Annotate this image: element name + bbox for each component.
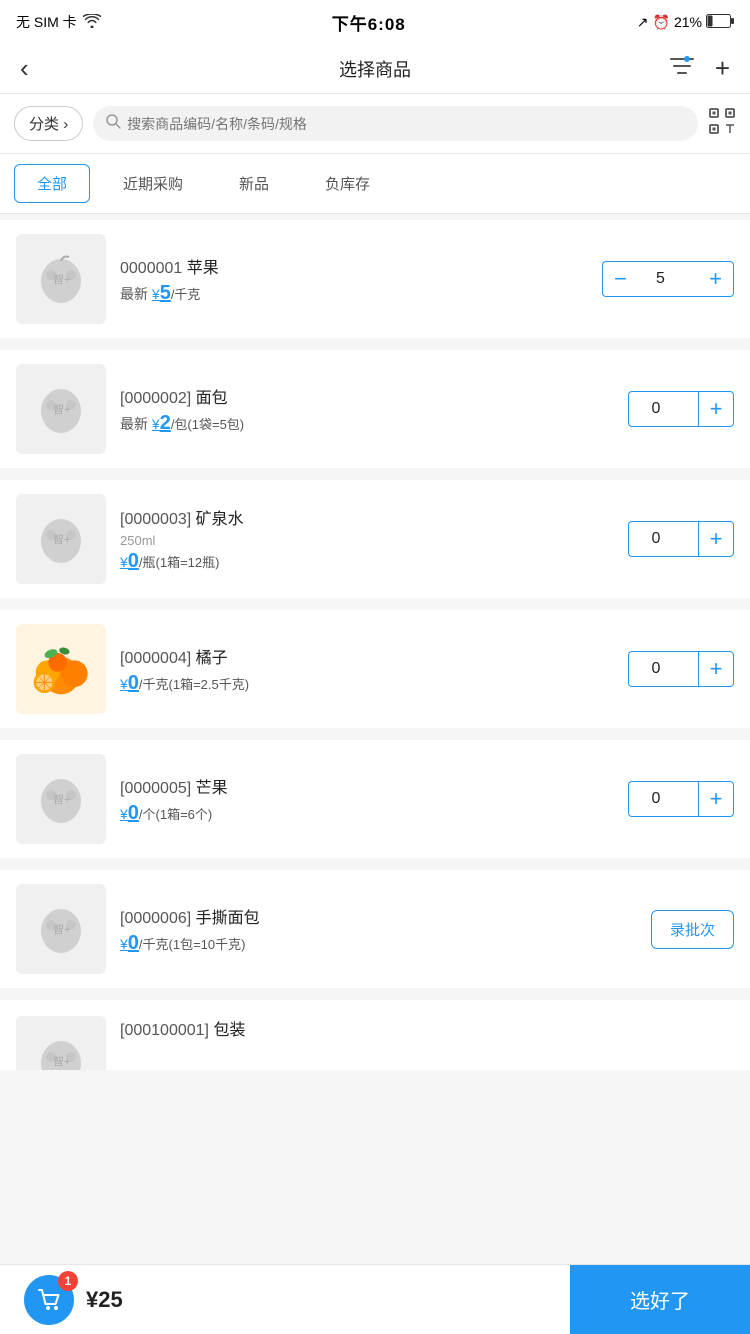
quantity-control: + (628, 781, 734, 817)
status-indicators: ↗ ⏰ 21% (637, 14, 734, 31)
product-price: ¥0/个(1箱=6个) (120, 802, 614, 825)
tab-bar: 全部 近期采购 新品 负库存 (0, 154, 750, 214)
product-info: [000100001] 包装 (120, 1016, 734, 1044)
product-image: 智+ (16, 884, 106, 974)
filter-bar: 分类 › (0, 94, 750, 154)
increase-button[interactable]: + (698, 781, 734, 817)
tab-new[interactable]: 新品 (216, 164, 292, 203)
product-info: [0000006] 手撕面包 ¥0/千克(1包=10千克) (120, 904, 637, 955)
increase-button[interactable]: + (698, 261, 734, 297)
status-carrier: 无 SIM 卡 (16, 12, 101, 32)
product-name: [0000005] 芒果 (120, 774, 614, 798)
bottom-bar: 1 ¥25 选好了 (0, 1264, 750, 1334)
nav-bar: ‹ 选择商品 + (0, 44, 750, 94)
cart-area: 1 ¥25 (0, 1275, 570, 1325)
scan-icon[interactable] (708, 107, 736, 141)
product-name: [0000002] 面包 (120, 384, 614, 408)
product-info: [0000003] 矿泉水 250ml ¥0/瓶(1箱=12瓶) (120, 505, 614, 573)
product-image: 智+ (16, 364, 106, 454)
product-image: 智+ (16, 1016, 106, 1070)
product-image: 智+ (16, 234, 106, 324)
tab-all[interactable]: 全部 (14, 164, 90, 203)
alarm-icon: ⏰ (653, 14, 670, 31)
list-item: 智+ [0000006] 手撕面包 ¥0/千克(1包=10千克) 录批次 (0, 870, 750, 988)
product-list: 智+ 0000001 苹果 最新 ¥5/千克 − + 智 (0, 220, 750, 1070)
battery-indicator: 21% (674, 14, 702, 30)
add-button[interactable]: + (715, 53, 730, 84)
list-item: 智+ 0000001 苹果 最新 ¥5/千克 − + (0, 220, 750, 338)
product-spec: 250ml (120, 533, 614, 548)
quantity-control: − + (602, 261, 734, 297)
quantity-input[interactable] (628, 651, 698, 687)
increase-button[interactable]: + (698, 521, 734, 557)
confirm-button[interactable]: 选好了 (570, 1265, 750, 1334)
cart-button[interactable]: 1 (24, 1275, 74, 1325)
category-button[interactable]: 分类 › (14, 106, 83, 141)
increase-button[interactable]: + (698, 391, 734, 427)
product-info: 0000001 苹果 最新 ¥5/千克 (120, 254, 588, 305)
quantity-input[interactable] (638, 261, 698, 297)
product-price: 最新 ¥5/千克 (120, 282, 588, 305)
page-title: 选择商品 (339, 56, 411, 82)
quantity-control: + (628, 521, 734, 557)
status-bar: 无 SIM 卡 下午6:08 ↗ ⏰ 21% (0, 0, 750, 44)
wifi-icon (83, 14, 101, 31)
list-item: 智+ [000100001] 包装 (0, 1000, 750, 1070)
list-item: 智+ [0000002] 面包 最新 ¥2/包(1袋=5包) + (0, 350, 750, 468)
search-input[interactable] (127, 116, 686, 132)
quantity-input[interactable] (628, 521, 698, 557)
product-info: [0000004] 橘子 ¥0/千克(1箱=2.5千克) (120, 644, 614, 695)
decrease-button[interactable]: − (602, 261, 638, 297)
cart-badge: 1 (58, 1271, 78, 1291)
product-name: [0000004] 橘子 (120, 644, 614, 668)
list-item: [0000004] 橘子 ¥0/千克(1箱=2.5千克) + (0, 610, 750, 728)
product-name: [000100001] 包装 (120, 1016, 734, 1040)
status-time: 下午6:08 (332, 10, 406, 35)
nav-left: ‹ (20, 53, 29, 84)
product-image: 智+ (16, 494, 106, 584)
location-icon: ↗ (637, 14, 649, 31)
quantity-control: + (628, 651, 734, 687)
list-item: 智+ [0000003] 矿泉水 250ml ¥0/瓶(1箱=12瓶) + (0, 480, 750, 598)
product-info: [0000005] 芒果 ¥0/个(1箱=6个) (120, 774, 614, 825)
battery-icon (706, 14, 734, 31)
search-box (93, 106, 698, 141)
product-image (16, 624, 106, 714)
product-info: [0000002] 面包 最新 ¥2/包(1袋=5包) (120, 384, 614, 435)
product-image: 智+ (16, 754, 106, 844)
quantity-input[interactable] (628, 391, 698, 427)
batch-button[interactable]: 录批次 (651, 910, 734, 949)
quantity-control: + (628, 391, 734, 427)
product-price: ¥0/千克(1包=10千克) (120, 932, 637, 955)
increase-button[interactable]: + (698, 651, 734, 687)
tab-recent[interactable]: 近期采购 (100, 164, 206, 203)
filter-icon[interactable] (669, 55, 695, 82)
list-item: 智+ [0000005] 芒果 ¥0/个(1箱=6个) + (0, 740, 750, 858)
product-price: ¥0/瓶(1箱=12瓶) (120, 550, 614, 573)
tab-negative[interactable]: 负库存 (302, 164, 393, 203)
product-price: 最新 ¥2/包(1袋=5包) (120, 412, 614, 435)
quantity-input[interactable] (628, 781, 698, 817)
search-icon (105, 113, 121, 134)
product-name: 0000001 苹果 (120, 254, 588, 278)
product-name: [0000003] 矿泉水 (120, 505, 614, 529)
back-button[interactable]: ‹ (20, 53, 29, 84)
product-price: ¥0/千克(1箱=2.5千克) (120, 672, 614, 695)
product-name: [0000006] 手撕面包 (120, 904, 637, 928)
nav-right: + (669, 53, 730, 84)
total-price: ¥25 (86, 1287, 123, 1313)
